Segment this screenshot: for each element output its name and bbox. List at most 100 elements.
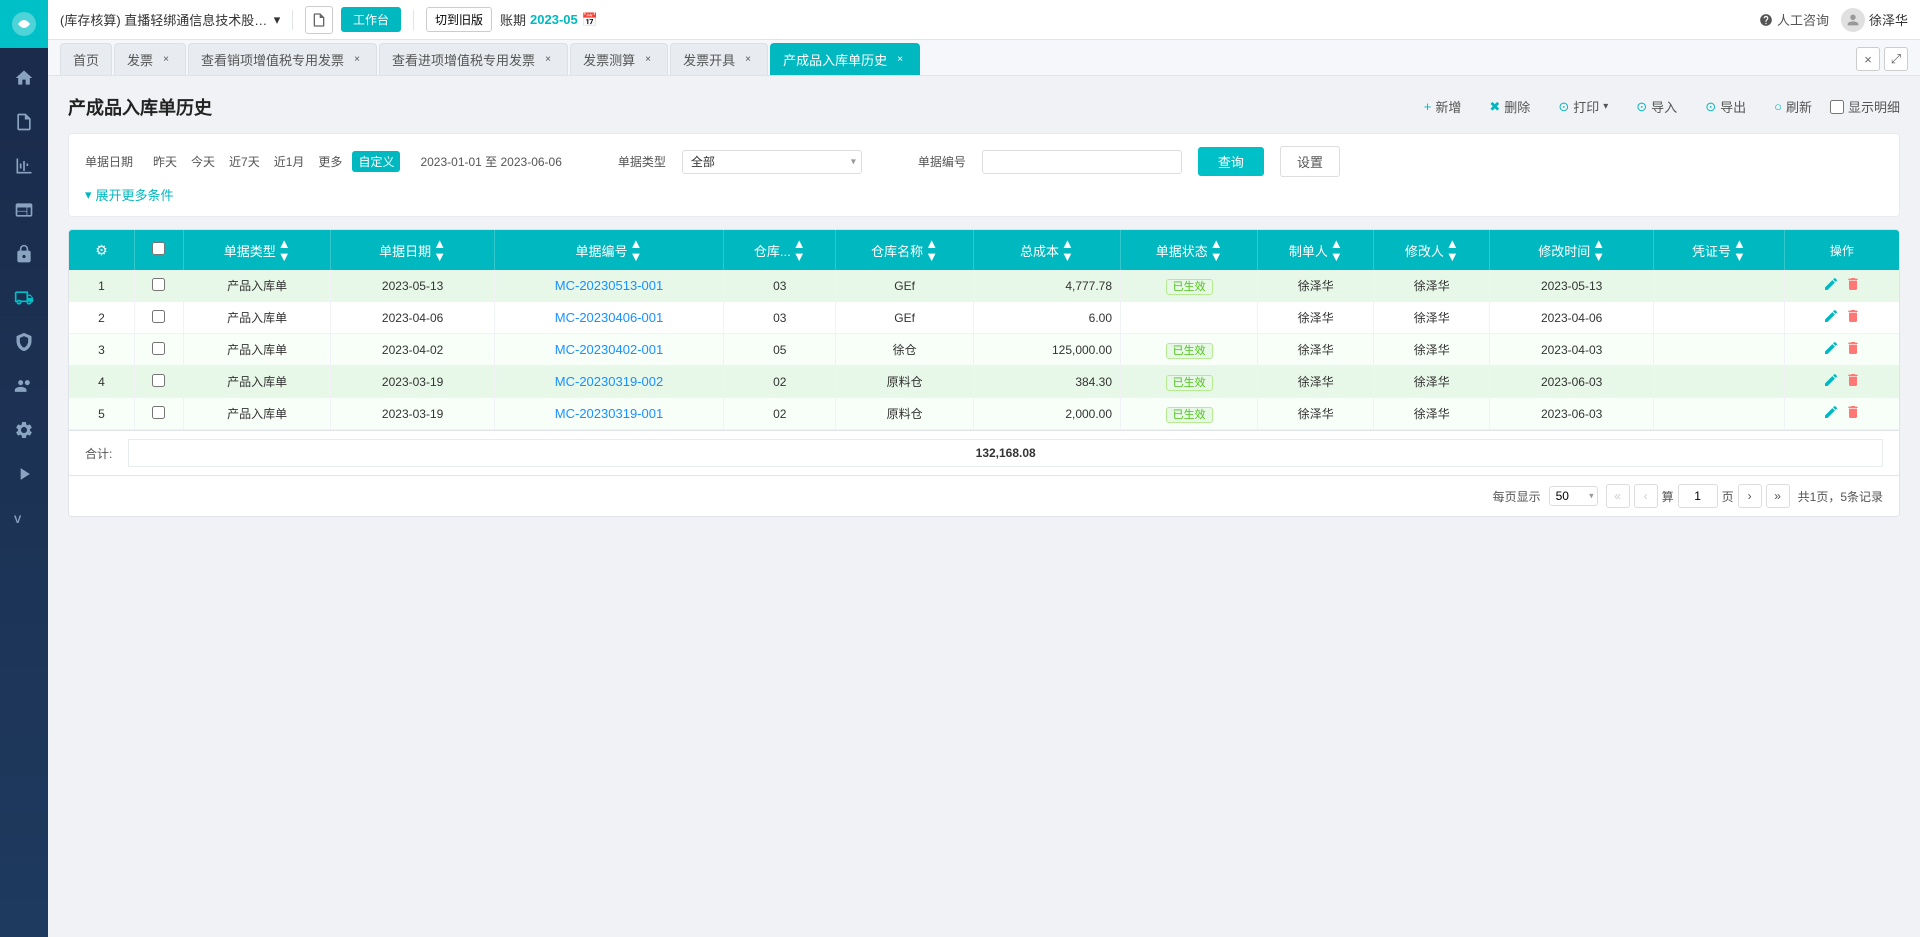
settings-icon[interactable]: ⚙ — [95, 242, 108, 259]
date-option-yesterday[interactable]: 昨天 — [149, 151, 181, 172]
first-page-button[interactable]: « — [1606, 484, 1630, 508]
type-select[interactable]: 全部 产品入库单 — [682, 150, 862, 174]
sidebar-item-invoice[interactable] — [0, 188, 48, 232]
prev-page-button[interactable]: ‹ — [1634, 484, 1658, 508]
new-button[interactable]: + 新增 — [1414, 92, 1472, 121]
th-modifier[interactable]: 修改人 ▲▼ — [1374, 230, 1490, 270]
sidebar-item-play[interactable] — [0, 452, 48, 496]
th-modify-time[interactable]: 修改时间 ▲▼ — [1490, 230, 1654, 270]
tabbar-close-all[interactable]: × — [1856, 47, 1880, 71]
date-option-1month[interactable]: 近1月 — [270, 151, 309, 172]
th-type[interactable]: 单据类型 ▲▼ — [184, 230, 331, 270]
query-button[interactable]: 查询 — [1198, 147, 1264, 176]
tab-invoice-close[interactable]: × — [159, 53, 173, 67]
per-page-select[interactable]: 20 50 100 — [1549, 486, 1598, 506]
th-number[interactable]: 单据编号 ▲▼ — [494, 230, 723, 270]
sidebar-item-settings[interactable] — [0, 408, 48, 452]
row-edit-button[interactable] — [1823, 308, 1839, 327]
row-delete-button[interactable] — [1845, 404, 1861, 423]
row-edit-button[interactable] — [1823, 340, 1839, 359]
sidebar-item-warehouse[interactable] — [0, 276, 48, 320]
row-edit-button[interactable] — [1823, 372, 1839, 391]
tab-product-storage-history-close[interactable]: × — [893, 53, 907, 67]
row-delete-button[interactable] — [1845, 340, 1861, 359]
row-edit-button[interactable] — [1823, 404, 1839, 423]
select-all-checkbox[interactable] — [152, 242, 165, 255]
th-cost[interactable]: 总成本 ▲▼ — [973, 230, 1120, 270]
row-checkbox-cell[interactable] — [134, 334, 183, 366]
print-button[interactable]: ⊙ 打印 ▾ — [1548, 92, 1618, 121]
row-checkbox[interactable] — [152, 342, 165, 355]
row-number[interactable]: MC-20230513-001 — [494, 270, 723, 302]
row-number[interactable]: MC-20230319-002 — [494, 366, 723, 398]
sidebar-item-doc[interactable] — [0, 100, 48, 144]
calendar-icon[interactable]: 📅 — [582, 12, 598, 28]
tab-invoice-open-close[interactable]: × — [741, 53, 755, 67]
th-warehouse-id[interactable]: 仓库... ▲▼ — [724, 230, 836, 270]
tab-invoice-open[interactable]: 发票开具 × — [670, 43, 768, 75]
row-checkbox[interactable] — [152, 406, 165, 419]
row-checkbox[interactable] — [152, 310, 165, 323]
date-option-today[interactable]: 今天 — [187, 151, 219, 172]
show-detail-toggle[interactable]: 显示明细 — [1830, 97, 1900, 116]
help-button[interactable]: 人工咨询 — [1759, 10, 1829, 29]
tab-check-purchase-close[interactable]: × — [541, 53, 555, 67]
row-number[interactable]: MC-20230406-001 — [494, 302, 723, 334]
next-page-button[interactable]: › — [1738, 484, 1762, 508]
tab-invoice[interactable]: 发票 × — [114, 43, 186, 75]
last-page-button[interactable]: » — [1766, 484, 1790, 508]
row-delete-button[interactable] — [1845, 276, 1861, 295]
row-checkbox-cell[interactable] — [134, 398, 183, 430]
setting-button[interactable]: 设置 — [1280, 146, 1340, 177]
th-settings[interactable]: ⚙ — [69, 230, 134, 270]
row-number-link[interactable]: MC-20230319-001 — [555, 406, 663, 421]
row-number-link[interactable]: MC-20230513-001 — [555, 278, 663, 293]
row-edit-button[interactable] — [1823, 276, 1839, 295]
row-checkbox-cell[interactable] — [134, 270, 183, 302]
row-checkbox[interactable] — [152, 278, 165, 291]
tab-invoice-calc-close[interactable]: × — [641, 53, 655, 67]
delete-button[interactable]: ✖ 删除 — [1479, 92, 1540, 121]
tab-check-purchase[interactable]: 查看进项增值税专用发票 × — [379, 43, 568, 75]
th-maker[interactable]: 制单人 ▲▼ — [1258, 230, 1374, 270]
tab-invoice-calc[interactable]: 发票测算 × — [570, 43, 668, 75]
th-checkbox[interactable] — [134, 230, 183, 270]
tab-check-sales[interactable]: 查看销项增值税专用发票 × — [188, 43, 377, 75]
date-option-custom[interactable]: 自定义 — [352, 151, 400, 172]
number-input[interactable] — [982, 150, 1182, 174]
tab-check-sales-close[interactable]: × — [350, 53, 364, 67]
sidebar-item-badge[interactable] — [0, 320, 48, 364]
row-number[interactable]: MC-20230402-001 — [494, 334, 723, 366]
show-detail-checkbox[interactable] — [1830, 100, 1844, 114]
row-delete-button[interactable] — [1845, 372, 1861, 391]
th-status[interactable]: 单据状态 ▲▼ — [1121, 230, 1258, 270]
switch-version-button[interactable]: 切到旧版 — [426, 7, 492, 32]
th-voucher[interactable]: 凭证号 ▲▼ — [1653, 230, 1784, 270]
row-checkbox-cell[interactable] — [134, 366, 183, 398]
row-delete-button[interactable] — [1845, 308, 1861, 327]
date-option-7days[interactable]: 近7天 — [225, 151, 264, 172]
tab-home[interactable]: 首页 — [60, 43, 112, 75]
workbench-button[interactable]: 工作台 — [341, 7, 401, 32]
company-name[interactable]: (库存核算) 直播轻绑通信息技术股份... ▾ — [60, 10, 280, 29]
page-input[interactable] — [1678, 484, 1718, 508]
sidebar-item-people[interactable] — [0, 364, 48, 408]
sidebar-item-version[interactable]: V — [0, 496, 48, 540]
import-button[interactable]: ⊙ 导入 — [1626, 92, 1687, 121]
th-warehouse-name[interactable]: 仓库名称 ▲▼ — [836, 230, 973, 270]
row-checkbox[interactable] — [152, 374, 165, 387]
date-option-more[interactable]: 更多 — [314, 151, 346, 172]
th-date[interactable]: 单据日期 ▲▼ — [331, 230, 495, 270]
app-logo[interactable] — [0, 0, 48, 48]
expand-more-btn[interactable]: ▾ 展开更多条件 — [85, 185, 1883, 204]
row-number-link[interactable]: MC-20230319-002 — [555, 374, 663, 389]
row-number[interactable]: MC-20230319-001 — [494, 398, 723, 430]
row-number-link[interactable]: MC-20230406-001 — [555, 310, 663, 325]
sidebar-item-home[interactable] — [0, 56, 48, 100]
tab-product-storage-history[interactable]: 产成品入库单历史 × — [770, 43, 920, 75]
tabbar-maximize[interactable]: ⤢ — [1884, 47, 1908, 71]
row-number-link[interactable]: MC-20230402-001 — [555, 342, 663, 357]
export-button[interactable]: ⊙ 导出 — [1695, 92, 1756, 121]
doc-button[interactable] — [305, 6, 333, 34]
sidebar-item-lock[interactable] — [0, 232, 48, 276]
